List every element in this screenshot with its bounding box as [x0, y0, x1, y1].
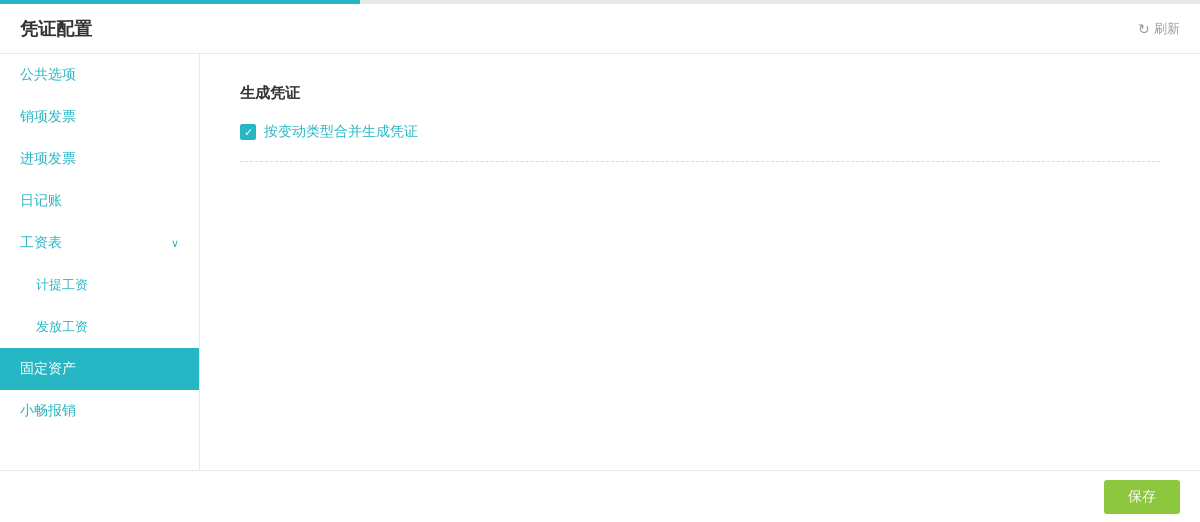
refresh-icon: ↻ — [1138, 21, 1150, 37]
checkbox-row: ✓ 按变动类型合并生成凭证 — [240, 123, 1160, 141]
sidebar-item-label: 计提工资 — [36, 276, 88, 294]
sidebar-item-label: 公共选项 — [20, 66, 76, 84]
save-button[interactable]: 保存 — [1104, 480, 1180, 514]
check-mark-icon: ✓ — [244, 127, 253, 138]
sidebar-item-payroll-table[interactable]: 工资表 ∨ — [0, 222, 199, 264]
sidebar-item-label: 销项发票 — [20, 108, 76, 126]
sidebar-item-fixed-assets[interactable]: 固定资产 — [0, 348, 199, 390]
sidebar-item-label: 固定资产 — [20, 360, 76, 378]
sidebar-item-pay-salary[interactable]: 发放工资 — [0, 306, 199, 348]
sidebar-item-purchase-invoice[interactable]: 进项发票 — [0, 138, 199, 180]
chevron-down-icon: ∨ — [171, 237, 179, 250]
sidebar-item-sales-invoice[interactable]: 销项发票 — [0, 96, 199, 138]
sidebar-item-public-options[interactable]: 公共选项 — [0, 54, 199, 96]
refresh-label: 刷新 — [1154, 20, 1180, 38]
page-header: 凭证配置 ↻ 刷新 — [0, 4, 1200, 54]
page-container: 凭证配置 ↻ 刷新 公共选项销项发票进项发票日记账工资表 ∨ 计提工资发放工资固定资… — [0, 0, 1200, 522]
sidebar-item-accrued-salary[interactable]: 计提工资 — [0, 264, 199, 306]
sidebar-item-expense-report[interactable]: 小畅报销 — [0, 390, 199, 432]
section-divider — [240, 161, 1160, 162]
sidebar-item-label: 发放工资 — [36, 318, 88, 336]
page-footer: 保存 — [0, 470, 1200, 522]
refresh-button[interactable]: ↻ 刷新 — [1138, 20, 1180, 38]
sidebar: 公共选项销项发票进项发票日记账工资表 ∨ 计提工资发放工资固定资产小畅报销 — [0, 54, 200, 470]
sidebar-item-label: 进项发票 — [20, 150, 76, 168]
sidebar-item-label: 日记账 — [20, 192, 62, 210]
sidebar-item-label: 小畅报销 — [20, 402, 76, 420]
page-title: 凭证配置 — [20, 17, 92, 41]
sidebar-item-journal[interactable]: 日记账 — [0, 180, 199, 222]
main-body: 公共选项销项发票进项发票日记账工资表 ∨ 计提工资发放工资固定资产小畅报销 生成凭证… — [0, 54, 1200, 470]
sidebar-item-label: 工资表 — [20, 234, 62, 252]
checkbox-label[interactable]: 按变动类型合并生成凭证 — [264, 123, 418, 141]
section-title: 生成凭证 — [240, 84, 1160, 103]
merge-by-type-checkbox[interactable]: ✓ — [240, 124, 256, 140]
content-area: 生成凭证 ✓ 按变动类型合并生成凭证 — [200, 54, 1200, 470]
